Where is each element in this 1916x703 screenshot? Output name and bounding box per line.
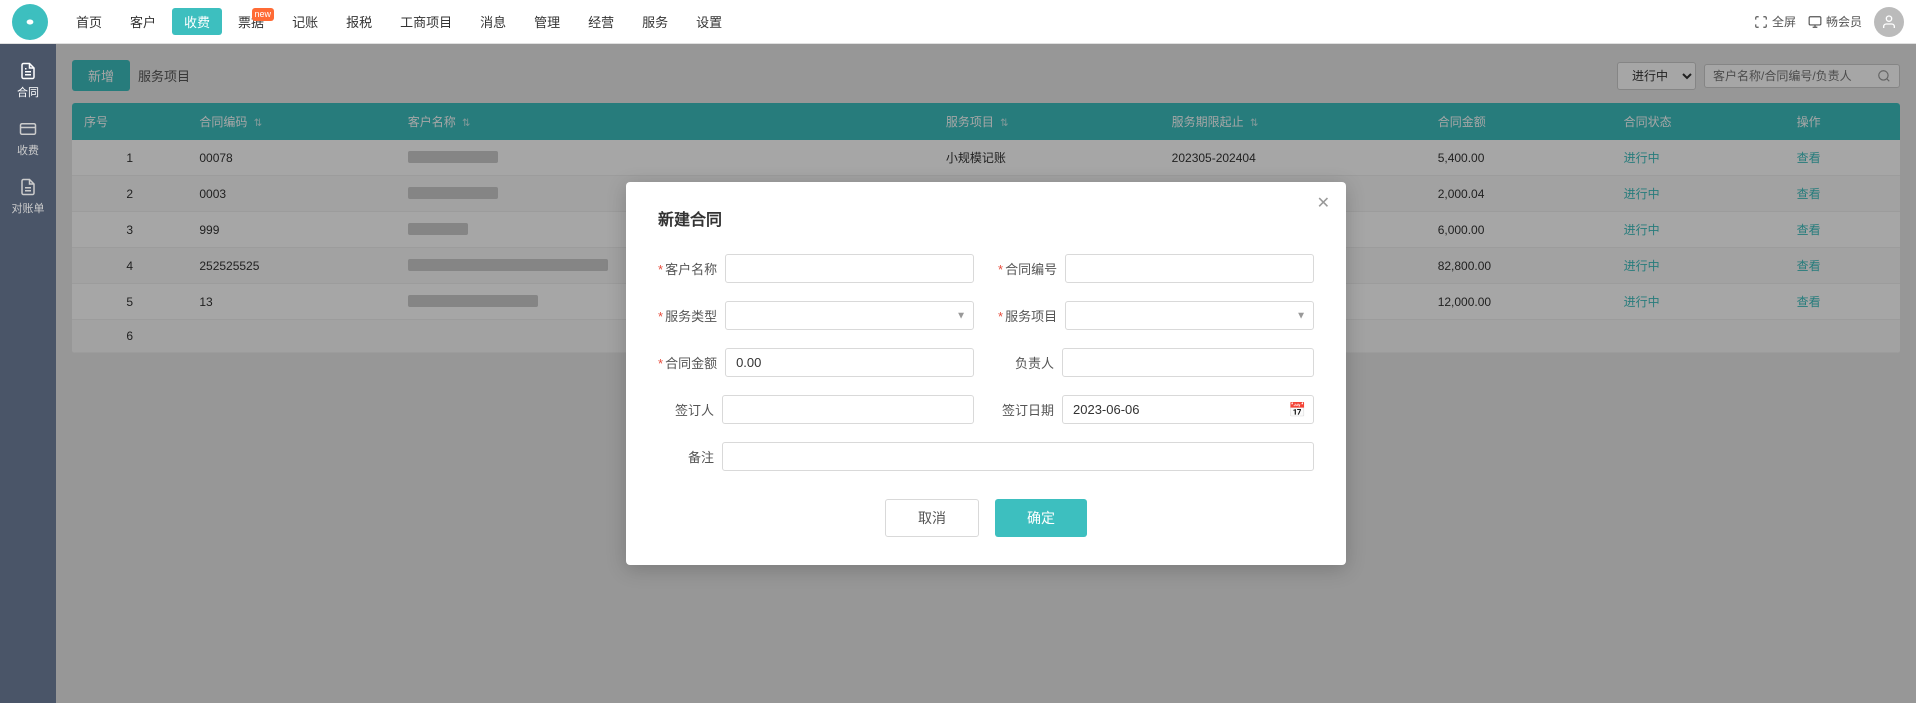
form-group-customer-name: 客户名称 bbox=[658, 254, 974, 283]
nav-items: 首页 客户 收费 票据 new 记账 报税 工商项目 消息 管理 经营 服务 设… bbox=[64, 8, 1754, 35]
calendar-icon[interactable]: 📅 bbox=[1289, 401, 1306, 418]
customer-name-label: 客户名称 bbox=[658, 259, 717, 278]
sidebar: 合同 收费 对账单 bbox=[0, 44, 56, 703]
nav-settings[interactable]: 设置 bbox=[684, 8, 734, 35]
form-group-contract-no: 合同编号 bbox=[998, 254, 1314, 283]
sidebar-item-statement[interactable]: 对账单 bbox=[0, 168, 56, 226]
new-badge: new bbox=[252, 8, 275, 21]
service-item-select-wrap: ▼ bbox=[1065, 301, 1314, 330]
sign-date-wrap: 📅 bbox=[1062, 395, 1314, 424]
app-logo[interactable] bbox=[12, 4, 48, 40]
sign-date-label: 签订日期 bbox=[998, 400, 1054, 419]
modal-overlay[interactable]: 新建合同 ✕ 客户名称 合同编号 服务类型 bbox=[56, 44, 1916, 703]
person-in-charge-input[interactable] bbox=[1062, 348, 1314, 377]
nav-customer[interactable]: 客户 bbox=[118, 8, 168, 35]
nav-tax[interactable]: 报税 bbox=[334, 8, 384, 35]
nav-manage[interactable]: 管理 bbox=[522, 8, 572, 35]
form-row-1: 客户名称 合同编号 bbox=[658, 254, 1314, 283]
form-row-2: 服务类型 ▼ 服务项目 bbox=[658, 301, 1314, 330]
sign-date-input[interactable] bbox=[1062, 395, 1314, 424]
sidebar-label-statement: 对账单 bbox=[12, 200, 45, 216]
nav-business[interactable]: 工商项目 bbox=[388, 8, 464, 35]
top-navigation: 首页 客户 收费 票据 new 记账 报税 工商项目 消息 管理 经营 服务 设… bbox=[0, 0, 1916, 44]
form-group-remark: 备注 bbox=[658, 442, 1314, 471]
member-button[interactable]: 畅会员 bbox=[1808, 13, 1862, 30]
service-type-select-wrap: ▼ bbox=[725, 301, 974, 330]
modal-close-button[interactable]: ✕ bbox=[1317, 196, 1330, 212]
confirm-button[interactable]: 确定 bbox=[995, 499, 1087, 537]
person-in-charge-label: 负责人 bbox=[998, 353, 1054, 372]
service-item-select[interactable] bbox=[1065, 301, 1314, 330]
amount-input[interactable] bbox=[725, 348, 974, 377]
cancel-button[interactable]: 取消 bbox=[885, 499, 979, 537]
form-group-person-in-charge: 负责人 bbox=[998, 348, 1314, 377]
form-row-3: 合同金额 负责人 bbox=[658, 348, 1314, 377]
remark-input[interactable] bbox=[722, 442, 1314, 471]
signer-label: 签订人 bbox=[658, 400, 714, 419]
amount-label: 合同金额 bbox=[658, 353, 717, 372]
nav-home[interactable]: 首页 bbox=[64, 8, 114, 35]
form-group-sign-date: 签订日期 📅 bbox=[998, 395, 1314, 424]
main-content: 新增 服务项目 进行中 全部 已完成 已终止 bbox=[56, 44, 1916, 703]
modal-new-contract: 新建合同 ✕ 客户名称 合同编号 服务类型 bbox=[626, 182, 1346, 565]
nav-service[interactable]: 服务 bbox=[630, 8, 680, 35]
contract-no-input[interactable] bbox=[1065, 254, 1314, 283]
form-row-4: 签订人 签订日期 📅 bbox=[658, 395, 1314, 424]
nav-operation[interactable]: 经营 bbox=[576, 8, 626, 35]
nav-fee[interactable]: 收费 bbox=[172, 8, 222, 35]
fullscreen-button[interactable]: 全屏 bbox=[1754, 13, 1796, 30]
remark-label: 备注 bbox=[658, 447, 714, 466]
form-group-amount: 合同金额 bbox=[658, 348, 974, 377]
service-type-select[interactable] bbox=[725, 301, 974, 330]
nav-accounting[interactable]: 记账 bbox=[280, 8, 330, 35]
signer-input[interactable] bbox=[722, 395, 974, 424]
nav-ticket[interactable]: 票据 new bbox=[226, 8, 276, 35]
customer-name-input[interactable] bbox=[725, 254, 974, 283]
modal-title: 新建合同 bbox=[658, 206, 1314, 230]
sidebar-label-fee: 收费 bbox=[17, 142, 39, 158]
service-item-label: 服务项目 bbox=[998, 306, 1057, 325]
modal-footer: 取消 确定 bbox=[658, 499, 1314, 537]
form-group-service-item: 服务项目 ▼ bbox=[998, 301, 1314, 330]
sidebar-item-contract[interactable]: 合同 bbox=[0, 52, 56, 110]
contract-no-label: 合同编号 bbox=[998, 259, 1057, 278]
nav-right: 全屏 畅会员 bbox=[1754, 7, 1904, 37]
service-type-label: 服务类型 bbox=[658, 306, 717, 325]
sidebar-label-contract: 合同 bbox=[17, 84, 39, 100]
nav-message[interactable]: 消息 bbox=[468, 8, 518, 35]
form-group-service-type: 服务类型 ▼ bbox=[658, 301, 974, 330]
form-row-5: 备注 bbox=[658, 442, 1314, 471]
user-avatar[interactable] bbox=[1874, 7, 1904, 37]
form-group-signer: 签订人 bbox=[658, 395, 974, 424]
sidebar-item-fee[interactable]: 收费 bbox=[0, 110, 56, 168]
